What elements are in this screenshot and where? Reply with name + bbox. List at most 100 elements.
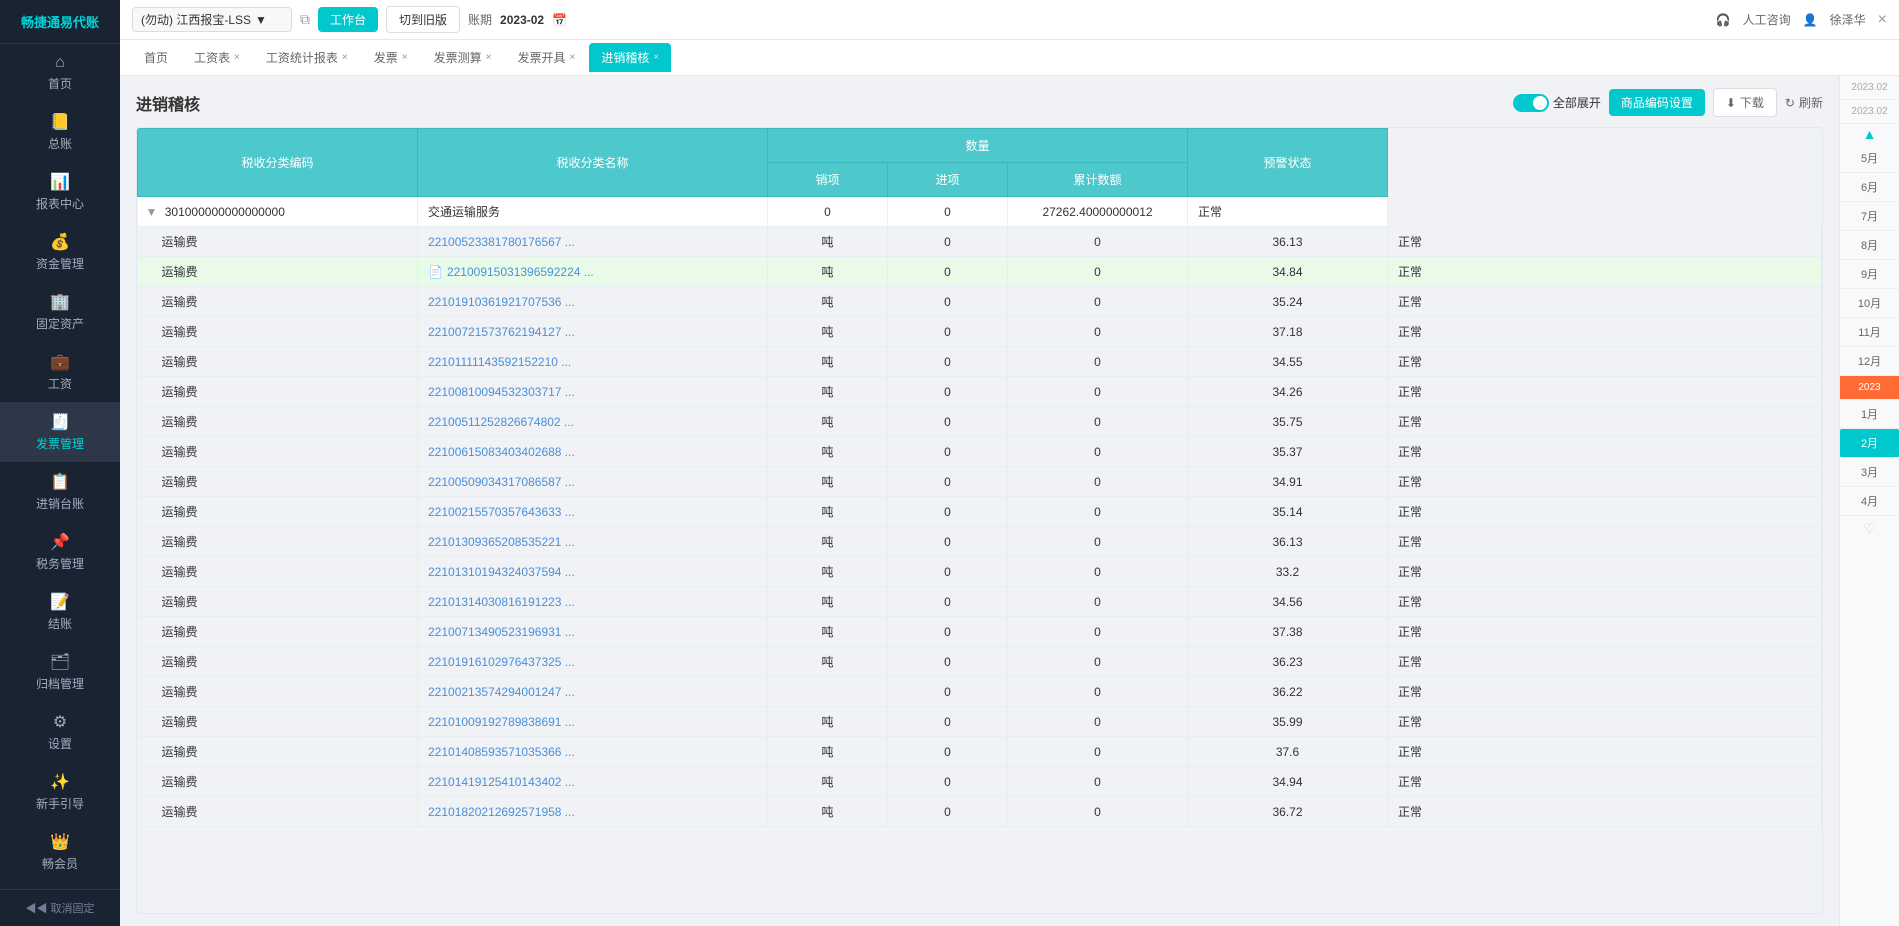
cell-code: 22100511252826674802 ... [418,407,768,437]
table-row: 运输费 22100721573762194127 ... 吨 0 0 37.18… [138,317,1822,347]
cell-unit: 吨 [768,437,888,467]
cell-cumulative: 36.13 [1188,227,1388,257]
sidebar-item-funds[interactable]: 💰 资金管理 [0,222,120,282]
scroll-up-icon[interactable]: ▲ [1840,124,1899,144]
month-1[interactable]: 1月 [1840,400,1899,429]
month-6[interactable]: 6月 [1840,173,1899,202]
cell-purchase: 0 [1008,797,1188,827]
month-2-active[interactable]: 2月 [1840,429,1899,458]
calendar-icon[interactable]: 📅 [552,13,567,27]
unpin-button[interactable]: ◀◀ 取消固定 [0,889,120,926]
tab-close-icon[interactable]: × [402,52,408,63]
sidebar-item-settings[interactable]: ⚙ 设置 [0,702,120,762]
tab-close-icon[interactable]: × [234,52,240,63]
cell-code: 22100523381780176567 ... [418,227,768,257]
month-7[interactable]: 7月 [1840,202,1899,231]
cell-status: 正常 [1388,707,1822,737]
col-sales: 销项 [768,163,888,197]
close-button[interactable]: × [1878,11,1887,29]
tabbar: 首页 工资表 × 工资统计报表 × 发票 × 发票测算 × 发票开具 × 进销稽… [120,40,1899,76]
cell-status: 正常 [1388,257,1822,287]
sidebar-item-assets[interactable]: 🏢 固定资产 [0,282,120,342]
support-label[interactable]: 人工咨询 [1743,11,1791,28]
unpin-label: 取消固定 [51,903,95,915]
cell-name: 交通运输服务 [418,197,768,227]
month-4[interactable]: 4月 [1840,487,1899,516]
workspace-button[interactable]: 工作台 [318,7,378,32]
cell-purchase: 0 [1008,437,1188,467]
sidebar-item-reports[interactable]: 📊 报表中心 [0,162,120,222]
company-selector[interactable]: (勿动) 江西报宝-LSS ▼ [132,7,292,32]
tab-close-icon[interactable]: × [342,52,348,63]
cell-code: 22101408593571035366 ... [418,737,768,767]
cell-code: 22100215570357643633 ... [418,497,768,527]
cell-item-name: 运输费 [138,227,418,257]
home-icon: ⌂ [55,54,65,72]
cell-purchase: 0 [1008,587,1188,617]
month-5[interactable]: 5月 [1840,144,1899,173]
month-12[interactable]: 12月 [1840,347,1899,376]
sidebar-item-guide[interactable]: ✨ 新手引导 [0,762,120,822]
cell-status: 正常 [1388,377,1822,407]
cell-status: 正常 [1388,587,1822,617]
cell-unit: 吨 [768,707,888,737]
cell-item-name: 运输费 [138,587,418,617]
month-8[interactable]: 8月 [1840,231,1899,260]
cell-item-name: 运输费 [138,257,418,287]
col-quantity-group: 数量 [768,129,1188,163]
settings-icon: ⚙ [53,712,67,732]
sidebar-item-tax[interactable]: 📌 税务管理 [0,522,120,582]
cell-unit: 吨 [768,257,888,287]
product-settings-button[interactable]: 商品编码设置 [1609,89,1705,116]
sidebar-item-ledger[interactable]: 📒 总账 [0,102,120,162]
switch-version-button[interactable]: 切到旧版 [386,6,460,33]
month-11[interactable]: 11月 [1840,318,1899,347]
cell-sales: 0 [888,317,1008,347]
copy-icon[interactable]: ⧉ [300,11,310,28]
cell-purchase: 0 [1008,407,1188,437]
month-9[interactable]: 9月 [1840,260,1899,289]
cell-item-name: 运输费 [138,437,418,467]
sidebar-item-sales[interactable]: 📋 进销台账 [0,462,120,522]
year-prev-item-2[interactable]: 2023.02 [1840,100,1899,124]
sidebar-item-archive[interactable]: 🗂 归档管理 [0,642,120,702]
tab-close-icon[interactable]: × [486,52,492,63]
cell-sales: 0 [888,617,1008,647]
username[interactable]: 徐泽华 [1830,11,1866,28]
cell-status: 正常 [1388,347,1822,377]
download-button[interactable]: ⬇ 下载 [1713,88,1777,117]
cell-purchase: 0 [1008,467,1188,497]
sidebar-item-label: 归档管理 [36,675,84,692]
tab-home[interactable]: 首页 [132,43,180,72]
year-prev-item[interactable]: 2023.02 [1840,76,1899,100]
tab-close-icon[interactable]: × [653,52,659,63]
tab-reconcile[interactable]: 进销稽核 × [589,43,671,72]
sidebar-item-label: 税务管理 [36,555,84,572]
table-header-row: 税收分类编码 税收分类名称 数量 预警状态 [138,129,1822,163]
tab-invoice-calc[interactable]: 发票测算 × [422,43,504,72]
page-actions: 全部展开 商品编码设置 ⬇ 下载 ↻ 刷新 [1513,88,1823,117]
tab-close-icon[interactable]: × [569,52,575,63]
refresh-button[interactable]: ↻ 刷新 [1785,94,1823,111]
sidebar-item-member[interactable]: 👑 畅会员 [0,822,120,882]
cell-sales: 0 [888,587,1008,617]
avatar-icon: 👤 [1803,13,1818,27]
sidebar-item-salary[interactable]: 💼 工资 [0,342,120,402]
tab-salary-table[interactable]: 工资表 × [182,43,252,72]
sidebar-item-invoice[interactable]: 🧾 发票管理 [0,402,120,462]
table-row: 运输费 📄22100915031396592224 ... 吨 0 0 34.8… [138,257,1822,287]
tab-invoice[interactable]: 发票 × [362,43,420,72]
sidebar-item-home[interactable]: ⌂ 首页 [0,44,120,102]
data-table-wrap: 税收分类编码 税收分类名称 数量 预警状态 销项 进项 累计数额 [136,127,1823,914]
tab-invoice-open[interactable]: 发票开具 × [505,43,587,72]
sidebar-item-settle[interactable]: 📝 结账 [0,582,120,642]
year-2023[interactable]: 2023 [1840,376,1899,400]
month-3[interactable]: 3月 [1840,458,1899,487]
cell-status: 正常 [1388,287,1822,317]
expand-toggle[interactable] [1513,94,1549,112]
table-row: 运输费 22101419125410143402 ... 吨 0 0 34.94… [138,767,1822,797]
cell-item-name: 运输费 [138,797,418,827]
tab-salary-stats[interactable]: 工资统计报表 × [254,43,360,72]
toggle-label: 全部展开 [1553,94,1601,111]
month-10[interactable]: 10月 [1840,289,1899,318]
